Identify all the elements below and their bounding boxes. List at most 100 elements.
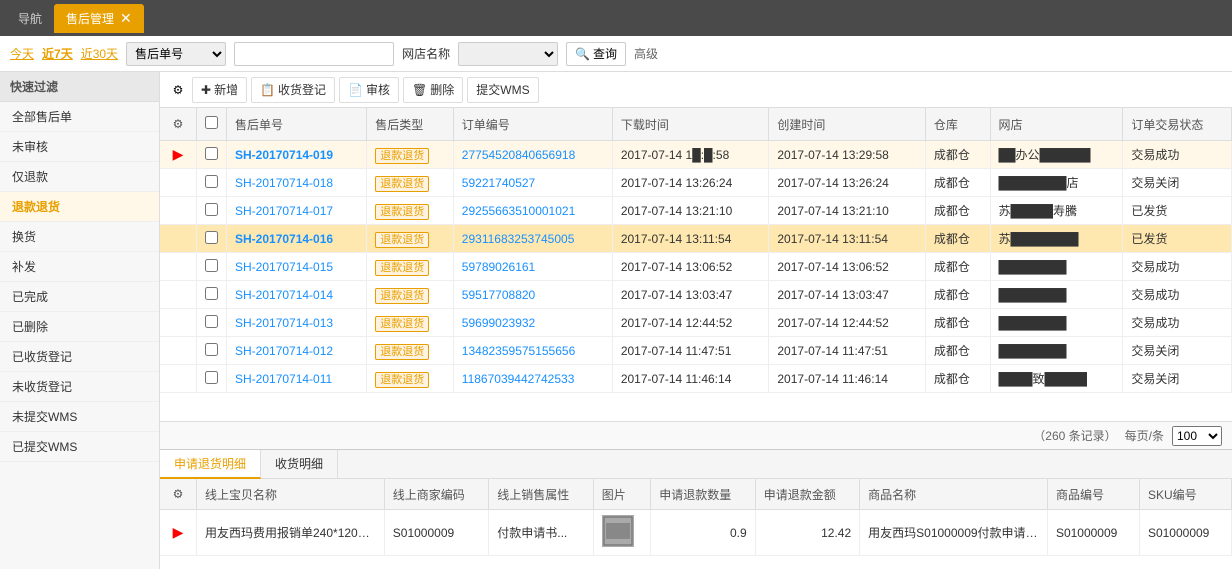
cell-status: 交易成功	[1123, 281, 1232, 309]
cell-create-time: 2017-07-14 13:29:58	[769, 141, 926, 169]
table-row[interactable]: SH-20170714-017 退款退货 29255663510001021 2…	[160, 197, 1232, 225]
cell-trade-no: 59699023932	[453, 309, 612, 337]
main-table: ⚙ 售后单号 售后类型 订单编号 下载时间 创建时间 仓库 网店 订单交易状态	[160, 108, 1232, 393]
bcell-sales-attr: 付款申请书...	[489, 510, 593, 556]
row-checkbox[interactable]	[205, 175, 218, 188]
arrow-cell	[160, 309, 197, 337]
cell-warehouse: 成都仓	[925, 365, 990, 393]
cell-status: 交易成功	[1123, 309, 1232, 337]
active-nav-tab[interactable]: 售后管理 ✕	[54, 4, 144, 33]
sidebar-item-completed[interactable]: 已完成	[0, 282, 159, 312]
arrow-cell	[160, 281, 197, 309]
bheader-amount: 申请退款金额	[755, 479, 859, 510]
bottom-col-settings-icon[interactable]: ⚙	[168, 484, 188, 504]
table-row[interactable]: SH-20170714-011 退款退货 11867039442742533 2…	[160, 365, 1232, 393]
cell-type: 退款退货	[367, 337, 454, 365]
order-type-select[interactable]: 售后单号	[126, 42, 226, 66]
cell-order-no: SH-20170714-013	[227, 309, 367, 337]
cell-download-time: 2017-07-14 13:11:54	[612, 225, 769, 253]
tab-refund-detail[interactable]: 申请退货明细	[160, 450, 261, 479]
cell-create-time: 2017-07-14 13:11:54	[769, 225, 926, 253]
header-shop: 网店	[990, 108, 1123, 141]
col-settings-icon[interactable]: ⚙	[168, 114, 188, 134]
cell-warehouse: 成都仓	[925, 225, 990, 253]
last30-filter-btn[interactable]: 近30天	[81, 45, 118, 62]
cell-warehouse: 成都仓	[925, 337, 990, 365]
select-all-checkbox[interactable]	[205, 116, 218, 129]
bcell-img	[593, 510, 651, 556]
cell-trade-no: 27754520840656918	[453, 141, 612, 169]
row-checkbox[interactable]	[205, 287, 218, 300]
sidebar-item-all[interactable]: 全部售后单	[0, 102, 159, 132]
delete-icon: 🗑	[412, 83, 427, 97]
product-image	[602, 515, 634, 547]
bcell-amount: 12.42	[755, 510, 859, 556]
table-row[interactable]: SH-20170714-018 退款退货 59221740527 2017-07…	[160, 169, 1232, 197]
main-table-container: ⚙ 售后单号 售后类型 订单编号 下载时间 创建时间 仓库 网店 订单交易状态	[160, 108, 1232, 421]
top-nav: 导航 售后管理 ✕	[0, 0, 1232, 36]
table-row[interactable]: SH-20170714-015 退款退货 59789026161 2017-07…	[160, 253, 1232, 281]
table-row[interactable]: ▶ SH-20170714-019 退款退货 27754520840656918…	[160, 141, 1232, 169]
add-button[interactable]: ✚ 新增	[192, 77, 247, 103]
cell-order-no: SH-20170714-014	[227, 281, 367, 309]
order-no-input[interactable]	[234, 42, 394, 66]
sidebar-item-refund-only[interactable]: 仅退款	[0, 162, 159, 192]
row-checkbox[interactable]	[205, 343, 218, 356]
row-checkbox-cell	[197, 365, 227, 393]
tab-receive-detail[interactable]: 收货明细	[261, 450, 338, 478]
row-checkbox-cell	[197, 309, 227, 337]
audit-button[interactable]: 📄 审核	[339, 77, 399, 103]
sidebar-item-not-received[interactable]: 未收货登记	[0, 372, 159, 402]
search-icon: 🔍	[575, 47, 590, 61]
arrow-cell: ▶	[160, 141, 197, 169]
row-checkbox[interactable]	[205, 259, 218, 272]
cell-order-no: SH-20170714-011	[227, 365, 367, 393]
bottom-area: 申请退货明细 收货明细 ⚙ 线上宝贝名称 线上商家编码 线上销售属性 图片	[160, 449, 1232, 569]
row-checkbox[interactable]	[205, 147, 218, 160]
sidebar-item-submitted-wms[interactable]: 已提交WMS	[0, 432, 159, 462]
sidebar: 快速过滤 全部售后单 未审核 仅退款 退款退货 换货 补发 已完成 已删除 已收…	[0, 72, 160, 569]
settings-icon[interactable]: ⚙	[168, 80, 188, 100]
cell-order-no: SH-20170714-019	[227, 141, 367, 169]
sidebar-item-reissue[interactable]: 补发	[0, 252, 159, 282]
sidebar-item-exchange[interactable]: 换货	[0, 222, 159, 252]
table-row[interactable]: SH-20170714-013 退款退货 59699023932 2017-07…	[160, 309, 1232, 337]
sidebar-item-refund-return[interactable]: 退款退货	[0, 192, 159, 222]
row-checkbox[interactable]	[205, 231, 218, 244]
cell-download-time: 2017-07-14 11:46:14	[612, 365, 769, 393]
delete-button[interactable]: 🗑 删除	[403, 77, 463, 103]
row-checkbox[interactable]	[205, 371, 218, 384]
row-checkbox[interactable]	[205, 203, 218, 216]
submit-wms-button[interactable]: 提交WMS	[467, 77, 538, 103]
receive-button[interactable]: 📋 收货登记	[251, 77, 335, 103]
bheader-shop-code: 线上商家编码	[384, 479, 488, 510]
cell-type: 退款退货	[367, 253, 454, 281]
advanced-button[interactable]: 高级	[634, 45, 658, 62]
table-row[interactable]: SH-20170714-012 退款退货 13482359575155656 2…	[160, 337, 1232, 365]
cell-status: 交易关闭	[1123, 365, 1232, 393]
header-order-no: 售后单号	[227, 108, 367, 141]
shop-select[interactable]	[458, 42, 558, 66]
header-download-time: 下载时间	[612, 108, 769, 141]
bcell-qty: 0.9	[651, 510, 755, 556]
sidebar-item-deleted[interactable]: 已删除	[0, 312, 159, 342]
row-checkbox-cell	[197, 141, 227, 169]
table-row[interactable]: SH-20170714-016 退款退货 29311683253745005 2…	[160, 225, 1232, 253]
bcell-goods-name: 用友西玛S01000009付款申请书 1...	[860, 510, 1048, 556]
sidebar-item-unaudited[interactable]: 未审核	[0, 132, 159, 162]
cell-status: 交易关闭	[1123, 169, 1232, 197]
table-row[interactable]: SH-20170714-014 退款退货 59517708820 2017-07…	[160, 281, 1232, 309]
nav-label: 导航	[10, 10, 50, 27]
sidebar-item-not-submitted-wms[interactable]: 未提交WMS	[0, 402, 159, 432]
close-tab-button[interactable]: ✕	[120, 11, 132, 25]
sidebar-item-received[interactable]: 已收货登记	[0, 342, 159, 372]
row-checkbox[interactable]	[205, 315, 218, 328]
bottom-table-row[interactable]: ▶ 用友西玛费用报销单240*120mm审... S01000009 付款申请书…	[160, 510, 1232, 556]
today-filter-btn[interactable]: 今天	[10, 45, 34, 62]
content-area: ⚙ ✚ 新增 📋 收货登记 📄 审核 🗑 删除 提交WMS	[160, 72, 1232, 569]
cell-warehouse: 成都仓	[925, 141, 990, 169]
search-button[interactable]: 🔍 查询	[566, 42, 626, 66]
last7-filter-btn[interactable]: 近7天	[42, 45, 73, 62]
row-checkbox-cell	[197, 253, 227, 281]
per-page-select[interactable]: 100 50 20	[1172, 426, 1222, 446]
